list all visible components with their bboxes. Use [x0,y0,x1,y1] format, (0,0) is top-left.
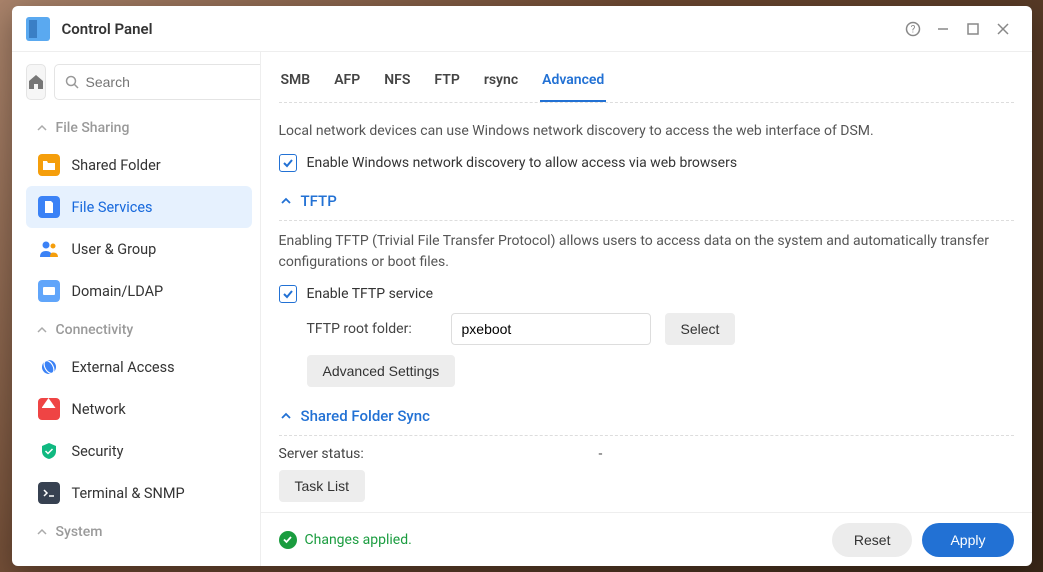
sfs-title: Shared Folder Sync [301,407,430,425]
chevron-up-icon [36,122,48,134]
success-icon [279,531,297,549]
reset-button[interactable]: Reset [832,523,913,557]
server-status-row: Server status: - [279,446,1014,462]
window-title: Control Panel [62,20,153,38]
minimize-icon [936,22,950,36]
tftp-section-header[interactable]: TFTP [279,192,1014,221]
server-status-label: Server status: [279,446,579,462]
home-button[interactable] [26,64,46,100]
search-input[interactable] [86,74,260,90]
select-button[interactable]: Select [665,313,736,345]
enable-discovery-label: Enable Windows network discovery to allo… [307,155,738,171]
tab-advanced[interactable]: Advanced [540,66,606,102]
sidebar-item-label: User & Group [72,241,157,258]
sidebar-item-label: External Access [72,359,175,376]
sidebar-item-external-access[interactable]: External Access [26,346,252,388]
sidebar-item-terminal-snmp[interactable]: Terminal & SNMP [26,472,252,514]
terminal-icon [38,482,60,504]
group-system[interactable]: System [26,514,252,548]
tab-afp[interactable]: AFP [332,66,362,102]
chevron-up-icon [279,409,293,423]
status-text: Changes applied. [305,532,412,548]
tftp-root-label: TFTP root folder: [307,321,437,337]
control-panel-window: Control Panel ? [12,6,1032,566]
enable-tftp-row: Enable TFTP service [279,285,1014,303]
sidebar-item-file-services[interactable]: File Services [26,186,252,228]
id-icon [38,280,60,302]
search-icon [65,75,80,90]
chevron-up-icon [36,324,48,336]
advanced-settings-button[interactable]: Advanced Settings [307,355,456,387]
network-icon [38,398,60,420]
home-icon [27,73,45,91]
sidebar-item-security[interactable]: Security [26,430,252,472]
sidebar-item-label: Domain/LDAP [72,283,164,300]
folder-icon [38,154,60,176]
tab-ftp[interactable]: FTP [432,66,461,102]
sidebar-item-label: Shared Folder [72,157,161,174]
sidebar-item-label: Network [72,401,126,418]
content-area: SMB AFP NFS FTP rsync Advanced Local net… [260,52,1032,566]
users-icon [38,238,60,260]
tftp-description: Enabling TFTP (Trivial File Transfer Pro… [279,231,1014,273]
sidebar-item-domain-ldap[interactable]: Domain/LDAP [26,270,252,312]
chevron-up-icon [279,194,293,208]
tab-nfs[interactable]: NFS [382,66,412,102]
apply-button[interactable]: Apply [922,523,1013,557]
help-icon: ? [905,21,921,37]
link-icon [38,356,60,378]
svg-text:?: ? [910,24,915,35]
tftp-root-row: TFTP root folder: Select [307,313,1014,345]
footer: Changes applied. Reset Apply [261,512,1032,566]
sidebar-item-user-group[interactable]: User & Group [26,228,252,270]
enable-discovery-checkbox[interactable] [279,154,297,172]
shield-icon [38,440,60,462]
sidebar-item-label: Terminal & SNMP [72,485,185,502]
discovery-description: Local network devices can use Windows ne… [279,121,1014,142]
sidebar-item-label: Security [72,443,124,460]
enable-discovery-row: Enable Windows network discovery to allo… [279,154,1014,172]
group-label: File Sharing [56,120,130,136]
tab-rsync[interactable]: rsync [482,66,520,102]
search-field[interactable] [54,64,260,100]
maximize-icon [966,22,980,36]
status-message: Changes applied. [279,531,412,549]
tab-smb[interactable]: SMB [279,66,313,102]
app-icon [26,17,50,41]
file-icon [38,196,60,218]
check-icon [282,288,294,300]
server-status-value: - [599,446,603,462]
tftp-title: TFTP [301,192,337,210]
chevron-up-icon [36,526,48,538]
maximize-button[interactable] [958,14,988,44]
help-button[interactable]: ? [898,14,928,44]
check-icon [282,157,294,169]
group-connectivity[interactable]: Connectivity [26,312,252,346]
close-icon [996,22,1010,36]
group-file-sharing[interactable]: File Sharing [26,110,252,144]
tftp-root-input[interactable] [451,313,651,345]
tab-bar: SMB AFP NFS FTP rsync Advanced [261,52,1032,102]
sidebar-item-label: File Services [72,199,153,216]
titlebar: Control Panel ? [12,6,1032,52]
enable-tftp-label: Enable TFTP service [307,286,434,302]
task-list-button[interactable]: Task List [279,470,365,502]
group-label: System [56,524,103,540]
sfs-section-header[interactable]: Shared Folder Sync [279,407,1014,436]
adv-settings-row: Advanced Settings [307,355,1014,387]
sidebar-item-network[interactable]: Network [26,388,252,430]
advanced-panel: Local network devices can use Windows ne… [261,103,1032,512]
close-button[interactable] [988,14,1018,44]
minimize-button[interactable] [928,14,958,44]
group-label: Connectivity [56,322,134,338]
enable-tftp-checkbox[interactable] [279,285,297,303]
sidebar-item-shared-folder[interactable]: Shared Folder [26,144,252,186]
sidebar: File Sharing Shared Folder File Services… [12,52,260,566]
